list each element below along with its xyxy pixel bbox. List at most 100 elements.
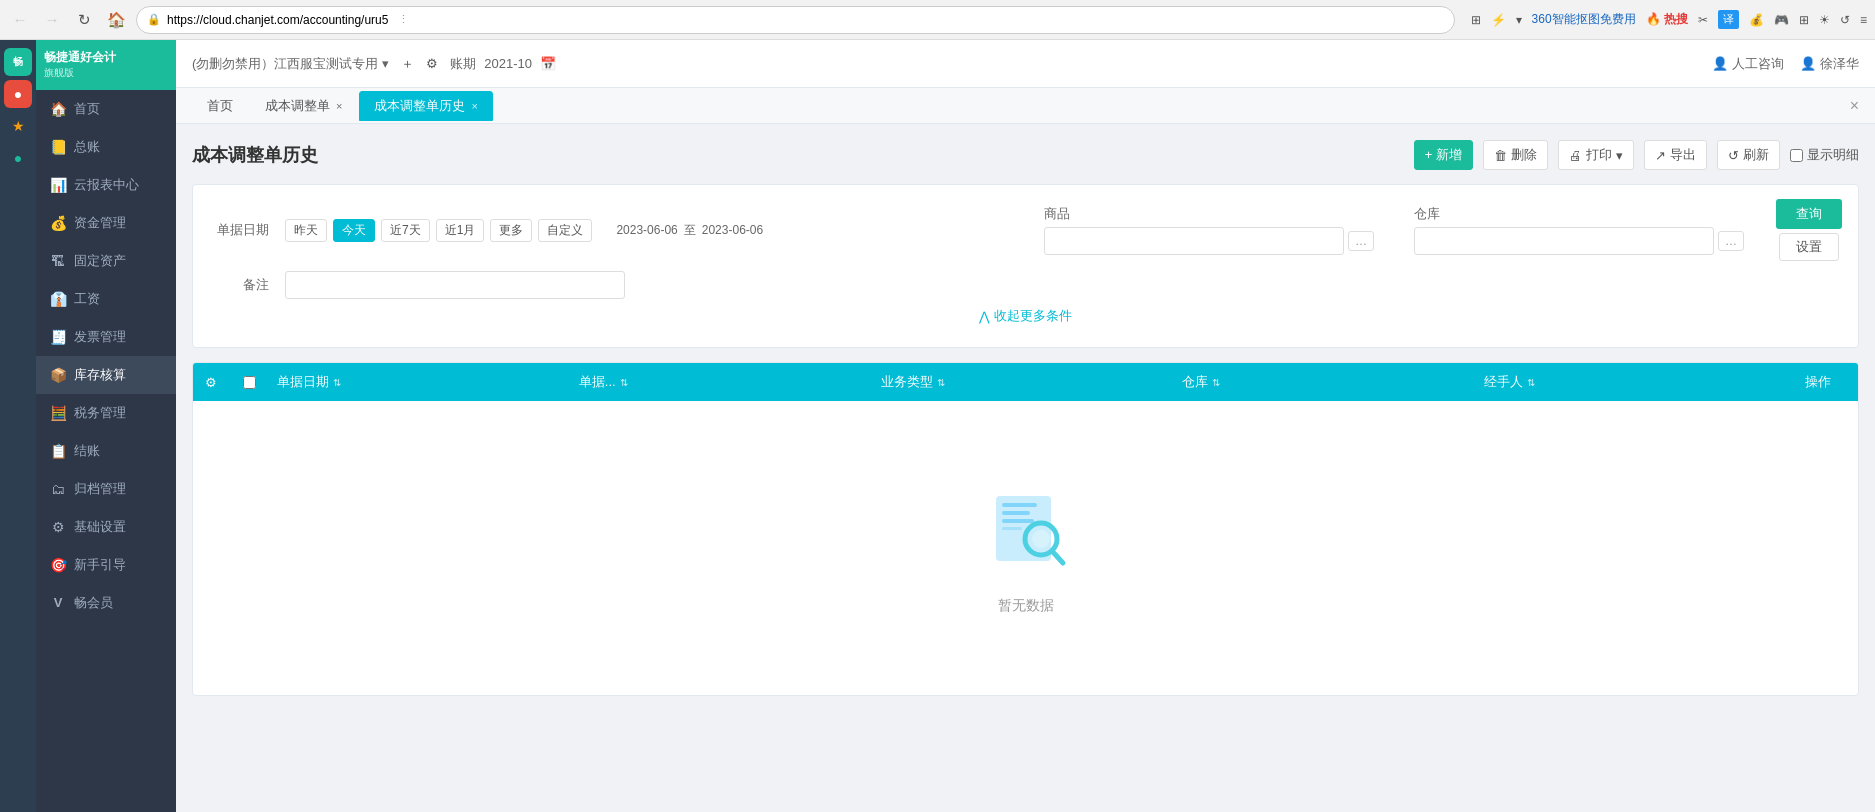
th-biz-type-sort-icon: ⇅ — [937, 377, 945, 388]
salary-icon: 👔 — [50, 291, 66, 307]
search-label: 360智能抠图免费用 — [1532, 11, 1636, 28]
sidebar-item-tax[interactable]: 🧮 税务管理 — [36, 394, 176, 432]
tab-home[interactable]: 首页 — [192, 91, 248, 121]
sidebar-item-settlement[interactable]: 📋 结账 — [36, 432, 176, 470]
th-warehouse[interactable]: 仓库 ⇅ — [1174, 373, 1476, 391]
refresh-button[interactable]: ↻ — [72, 8, 96, 32]
query-button[interactable]: 查询 — [1776, 199, 1842, 229]
collapse-button[interactable]: ⋀ 收起更多条件 — [979, 307, 1072, 325]
empty-state: 暂无数据 — [193, 401, 1858, 695]
tab-close-all[interactable]: × — [1850, 97, 1859, 115]
app-red-icon[interactable]: ● — [4, 80, 32, 108]
sidebar-item-settings[interactable]: ⚙ 基础设置 — [36, 508, 176, 546]
column-settings-icon[interactable]: ⚙ — [193, 375, 229, 390]
shortcut-7days[interactable]: 近7天 — [381, 219, 430, 242]
delete-button[interactable]: 🗑 删除 — [1483, 140, 1548, 170]
calendar-icon[interactable]: 📅 — [540, 56, 556, 71]
undo-icon[interactable]: ↺ — [1840, 13, 1850, 27]
add-button[interactable]: + 新增 — [1414, 140, 1473, 170]
company-selector[interactable]: (勿删勿禁用）江西服宝测试专用 ▾ — [192, 55, 389, 73]
sidebar-label-invoice: 发票管理 — [74, 328, 126, 346]
logo-main-text: 畅捷通好会计 — [44, 50, 116, 66]
user-avatar[interactable]: 👤 徐泽华 — [1800, 55, 1859, 73]
user-name: 徐泽华 — [1820, 55, 1859, 73]
grid-icon[interactable]: ⊞ — [1799, 13, 1809, 27]
sidebar-item-fixed-assets[interactable]: 🏗 固定资产 — [36, 242, 176, 280]
th-date-label: 单据日期 — [277, 373, 329, 391]
show-detail-checkbox-wrapper[interactable]: 显示明细 — [1790, 146, 1859, 164]
sidebar-item-report-center[interactable]: 📊 云报表中心 — [36, 166, 176, 204]
fund-icon: 💰 — [50, 215, 66, 231]
th-biz-type[interactable]: 业务类型 ⇅ — [873, 373, 1175, 391]
app-yellow-icon[interactable]: ★ — [4, 112, 32, 140]
remark-input[interactable] — [285, 271, 625, 299]
scissor-icon[interactable]: ✂ — [1698, 13, 1708, 27]
th-date-sort-icon: ⇅ — [333, 377, 341, 388]
th-biz-type-label: 业务类型 — [881, 373, 933, 391]
collapse-label: 收起更多条件 — [994, 307, 1072, 325]
app-green-dot[interactable]: ● — [4, 144, 32, 172]
sidebar-item-vip[interactable]: V 畅会员 — [36, 584, 176, 622]
ext-grid-icon[interactable]: ⊞ — [1471, 13, 1481, 27]
sidebar-item-general-ledger[interactable]: 📒 总账 — [36, 128, 176, 166]
consult-btn[interactable]: 👤 人工咨询 — [1712, 55, 1784, 73]
shortcut-yesterday[interactable]: 昨天 — [285, 219, 327, 242]
th-handler[interactable]: 经手人 ⇅ — [1476, 373, 1778, 391]
add-company-btn[interactable]: ＋ — [401, 55, 414, 73]
header-actions: + 新增 🗑 删除 🖨 打印 ▾ ↗ 导出 ↺ — [1414, 140, 1859, 170]
refresh-button[interactable]: ↺ 刷新 — [1717, 140, 1780, 170]
select-all-checkbox[interactable] — [243, 376, 256, 389]
product-input[interactable] — [1044, 227, 1344, 255]
data-table: ⚙ 单据日期 ⇅ 单据... ⇅ 业务类型 ⇅ — [192, 362, 1859, 696]
warehouse-ellipsis-btn[interactable]: … — [1718, 231, 1744, 251]
page-tabs: 首页 成本调整单 × 成本调整单历史 × × — [176, 88, 1875, 124]
tab-cost-adjust-history[interactable]: 成本调整单历史 × — [359, 91, 492, 121]
select-all-checkbox-wrapper[interactable] — [229, 376, 269, 389]
show-detail-checkbox[interactable] — [1790, 149, 1803, 162]
game-icon[interactable]: 🎮 — [1774, 13, 1789, 27]
warehouse-input[interactable] — [1414, 227, 1714, 255]
url-bar[interactable]: 🔒 https://cloud.chanjet.com/accounting/u… — [136, 6, 1455, 34]
sidebar-item-home[interactable]: 🏠 首页 — [36, 90, 176, 128]
shortcut-more[interactable]: 更多 — [490, 219, 532, 242]
svg-line-5 — [1052, 551, 1063, 563]
sidebar-item-invoice[interactable]: 🧾 发票管理 — [36, 318, 176, 356]
tab-cost-adjust-history-close[interactable]: × — [471, 100, 477, 112]
ext-dropdown[interactable]: ▾ — [1516, 13, 1522, 27]
th-date[interactable]: 单据日期 ⇅ — [269, 373, 571, 391]
product-filter: 商品 … — [1044, 205, 1374, 255]
page-title: 成本调整单历史 — [192, 143, 318, 167]
export-button[interactable]: ↗ 导出 — [1644, 140, 1707, 170]
tab-cost-adjust[interactable]: 成本调整单 × — [250, 91, 357, 121]
print-button[interactable]: 🖨 打印 ▾ — [1558, 140, 1634, 170]
tab-cost-adjust-history-label: 成本调整单历史 — [374, 97, 465, 115]
forward-button[interactable]: → — [40, 8, 64, 32]
sidebar-item-guide[interactable]: 🎯 新手引导 — [36, 546, 176, 584]
settings-btn[interactable]: 设置 — [1779, 233, 1839, 261]
filter-row-remark: 备注 — [209, 271, 1842, 299]
page-header: 成本调整单历史 + 新增 🗑 删除 🖨 打印 ▾ ↗ 导出 — [192, 140, 1859, 170]
sidebar-item-archive[interactable]: 🗂 归档管理 — [36, 470, 176, 508]
sidebar-label-assets: 固定资产 — [74, 252, 126, 270]
sidebar-item-fund-mgmt[interactable]: 💰 资金管理 — [36, 204, 176, 242]
sidebar-item-inventory[interactable]: 📦 库存核算 — [36, 356, 176, 394]
translate-icon[interactable]: 译 — [1718, 10, 1739, 29]
shortcut-custom[interactable]: 自定义 — [538, 219, 592, 242]
product-ellipsis-btn[interactable]: … — [1348, 231, 1374, 251]
settings-gear-icon[interactable]: ⚙ — [426, 56, 438, 71]
menu-icon[interactable]: ≡ — [1860, 13, 1867, 27]
filter-panel: 单据日期 昨天 今天 近7天 近1月 更多 自定义 2023-06-06 至 2… — [192, 184, 1859, 348]
th-doc-no[interactable]: 单据... ⇅ — [571, 373, 873, 391]
shortcut-1month[interactable]: 近1月 — [436, 219, 485, 242]
browser-topbar: ← → ↻ 🏠 🔒 https://cloud.chanjet.com/acco… — [0, 0, 1875, 40]
ext-bolt-icon[interactable]: ⚡ — [1491, 13, 1506, 27]
consult-icon: 👤 — [1712, 56, 1728, 71]
sidebar-label-fund: 资金管理 — [74, 214, 126, 232]
coin-icon[interactable]: 💰 — [1749, 13, 1764, 27]
tab-cost-adjust-close[interactable]: × — [336, 100, 342, 112]
back-button[interactable]: ← — [8, 8, 32, 32]
brightness-icon[interactable]: ☀ — [1819, 13, 1830, 27]
shortcut-today[interactable]: 今天 — [333, 219, 375, 242]
sidebar-item-salary[interactable]: 👔 工资 — [36, 280, 176, 318]
home-button[interactable]: 🏠 — [104, 8, 128, 32]
